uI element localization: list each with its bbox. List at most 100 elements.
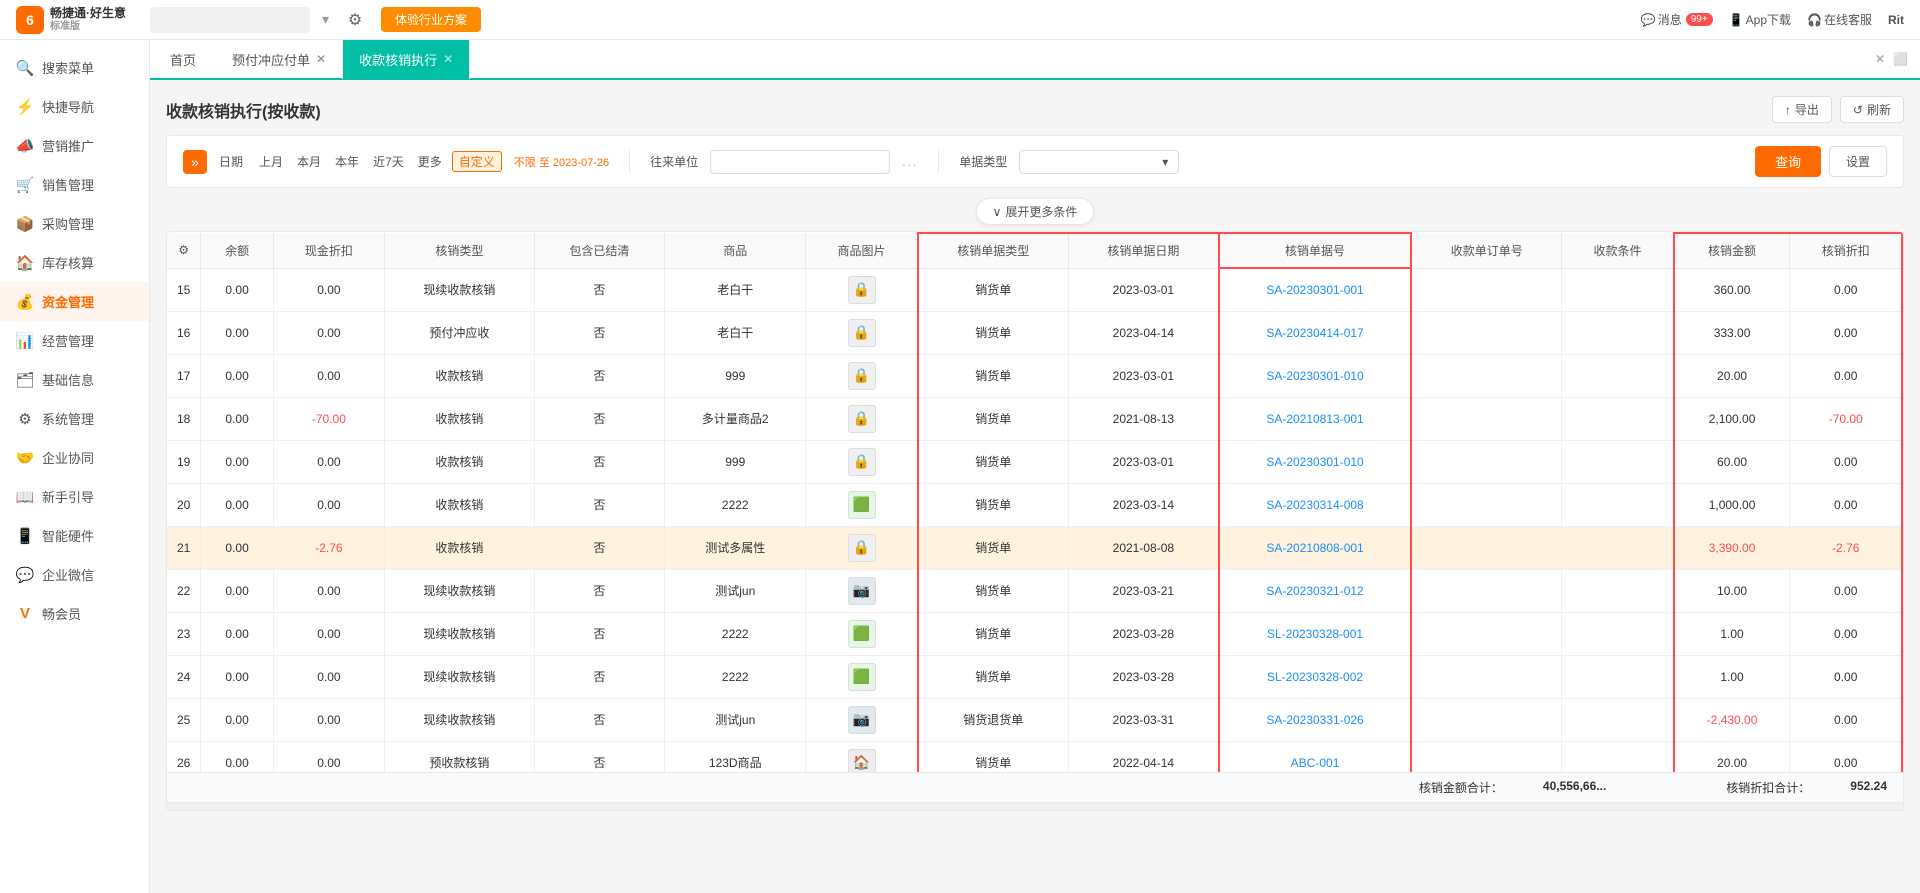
sidebar-item-marketing[interactable]: 📣 营销推广 [0,126,149,165]
h-scrollbar[interactable] [167,802,1903,810]
message-badge: 99+ [1686,13,1713,26]
td-row-no: 21 [167,526,201,569]
tab-receipt-close[interactable]: ✕ [443,52,453,66]
td-product-img: 🔒 [806,440,918,483]
date-option-last-month[interactable]: 上月 [255,151,287,172]
expand-more-btn[interactable]: ∨ 展开更多条件 [976,198,1095,225]
bill-no-link[interactable]: SA-20230414-017 [1266,326,1363,340]
td-bill-no: SL-20230328-002 [1219,655,1411,698]
bill-no-link[interactable]: SA-20230321-012 [1266,584,1363,598]
sidebar-item-finance[interactable]: 💰 资金管理 [0,282,149,321]
td-balance: 0.00 [201,569,273,612]
export-btn[interactable]: ↑ 导出 [1772,96,1832,123]
sidebar-item-inventory[interactable]: 🏠 库存核算 [0,243,149,282]
td-receipt-terms [1562,397,1674,440]
page-title: 收款核销执行(按收款) [166,98,321,122]
bill-no-link[interactable]: SA-20230301-010 [1266,369,1363,383]
restore-icon[interactable]: ⬜ [1893,52,1908,66]
product-img-placeholder: 📷 [848,577,876,605]
bill-no-link[interactable]: SL-20230328-001 [1267,627,1363,641]
setting-btn[interactable]: 设置 [1829,146,1887,177]
th-settings[interactable]: ⚙ [167,233,201,268]
date-option-custom[interactable]: 自定义 [452,151,502,172]
th-verify-amount: 核销金额 [1674,233,1790,268]
product-img-placeholder: 🔒 [848,362,876,390]
user-name[interactable]: Rit [1888,13,1904,27]
td-cash-discount: -70.00 [273,397,384,440]
date-option-more[interactable]: 更多 [414,151,446,172]
td-verify-discount: 0.00 [1790,612,1902,655]
filter-actions: 查询 设置 [1755,146,1887,177]
table-wrap: ⚙ 余额 现金折扣 核销类型 包含已结清 商品 商品图片 核销单据类型 核销单据… [167,232,1903,772]
td-verify-amount: -2,430.00 [1674,698,1790,741]
sidebar-item-quick-nav[interactable]: ⚡ 快捷导航 [0,87,149,126]
th-bill-date: 核销单据日期 [1068,233,1219,268]
td-verify-type: 收款核销 [384,397,534,440]
bill-type-select[interactable]: ▾ [1019,150,1179,174]
date-option-this-year[interactable]: 本年 [331,151,363,172]
td-bill-type: 销货退货单 [918,698,1069,741]
sidebar-item-sys-mgmt[interactable]: ⚙ 系统管理 [0,399,149,438]
td-row-no: 17 [167,354,201,397]
trial-btn[interactable]: 体验行业方案 [381,7,481,32]
page-content-area: 收款核销执行(按收款) ↑ 导出 ↺ 刷新 » 日期 上月 [150,80,1920,893]
td-receipt-terms [1562,526,1674,569]
bill-no-link[interactable]: SA-20230301-001 [1266,283,1363,297]
td-verify-type: 收款核销 [384,483,534,526]
top-bar-icons: 💬 消息 99+ 📱 App下载 🎧 在线客服 Rit [1641,11,1904,28]
sidebar-item-biz-collab[interactable]: 🤝 企业协同 [0,438,149,477]
sidebar-item-purchase[interactable]: 📦 采购管理 [0,204,149,243]
expand-more-label: 展开更多条件 [1005,203,1077,220]
sidebar-item-beginner[interactable]: 📖 新手引导 [0,477,149,516]
sidebar-item-biz[interactable]: 📊 经营管理 [0,321,149,360]
date-option-this-month[interactable]: 本月 [293,151,325,172]
td-include-settled: 否 [534,698,664,741]
sidebar-item-basic-info[interactable]: 🗂 基础信息 [0,360,149,399]
filter-toggle-btn[interactable]: » [183,150,207,174]
td-product-img: 🟩 [806,612,918,655]
sidebar-item-smart-hw[interactable]: 📱 智能硬件 [0,516,149,555]
tab-prepay-close[interactable]: ✕ [316,52,326,66]
message-label: 消息 [1658,11,1682,28]
td-bill-no: SA-20230301-010 [1219,354,1411,397]
bill-no-link[interactable]: ABC-001 [1291,756,1340,770]
bill-no-link[interactable]: SA-20210808-001 [1266,541,1363,555]
dropdown-arrow[interactable]: ▾ [322,11,329,28]
bill-no-link[interactable]: SA-20230301-010 [1266,455,1363,469]
td-verify-amount: 1.00 [1674,655,1790,698]
td-cash-discount: 0.00 [273,569,384,612]
td-bill-no: SA-20210808-001 [1219,526,1411,569]
partner-input[interactable] [710,150,890,174]
main-table: ⚙ 余额 现金折扣 核销类型 包含已结清 商品 商品图片 核销单据类型 核销单据… [167,232,1903,772]
bill-no-link[interactable]: SA-20230331-026 [1266,713,1363,727]
settings-gear-icon[interactable]: ⚙ [341,6,369,34]
message-icon-area[interactable]: 💬 消息 99+ [1641,11,1713,28]
tab-prepay[interactable]: 预付冲应付单 ✕ [216,40,343,79]
bill-no-link[interactable]: SA-20230314-008 [1266,498,1363,512]
table-row: 19 0.00 0.00 收款核销 否 999 🔒 销货单 2023-03-01… [167,440,1902,483]
bill-no-link[interactable]: SA-20210813-001 [1266,412,1363,426]
td-bill-type: 销货单 [918,655,1069,698]
close-all-icon[interactable]: ✕ [1875,52,1885,66]
td-receipt-terms [1562,741,1674,772]
table-row: 25 0.00 0.00 现续收款核销 否 测试jun 📷 销货退货单 2023… [167,698,1902,741]
sidebar-item-corp-wx[interactable]: 💬 企业微信 [0,555,149,594]
online-service-link[interactable]: 🎧 在线客服 [1807,11,1872,28]
td-cash-discount: 0.00 [273,311,384,354]
td-verify-type: 收款核销 [384,354,534,397]
refresh-btn[interactable]: ↺ 刷新 [1840,96,1904,123]
sidebar-item-search-menu[interactable]: 🔍 搜索菜单 [0,48,149,87]
query-btn[interactable]: 查询 [1755,146,1821,177]
sidebar-label-finance: 资金管理 [42,292,94,311]
td-product: 测试jun [665,698,806,741]
marketing-icon: 📣 [16,137,34,155]
sidebar-item-sales[interactable]: 🛒 销售管理 [0,165,149,204]
td-row-no: 23 [167,612,201,655]
app-download-link[interactable]: 📱 App下载 [1729,11,1791,28]
sidebar-item-vip[interactable]: V 畅会员 [0,594,149,633]
table-row: 15 0.00 0.00 现续收款核销 否 老白干 🔒 销货单 2023-03-… [167,268,1902,311]
date-option-7days[interactable]: 近7天 [369,151,408,172]
tab-receipt-verify[interactable]: 收款核销执行 ✕ [343,40,470,79]
bill-no-link[interactable]: SL-20230328-002 [1267,670,1363,684]
tab-home[interactable]: 首页 [150,50,216,69]
